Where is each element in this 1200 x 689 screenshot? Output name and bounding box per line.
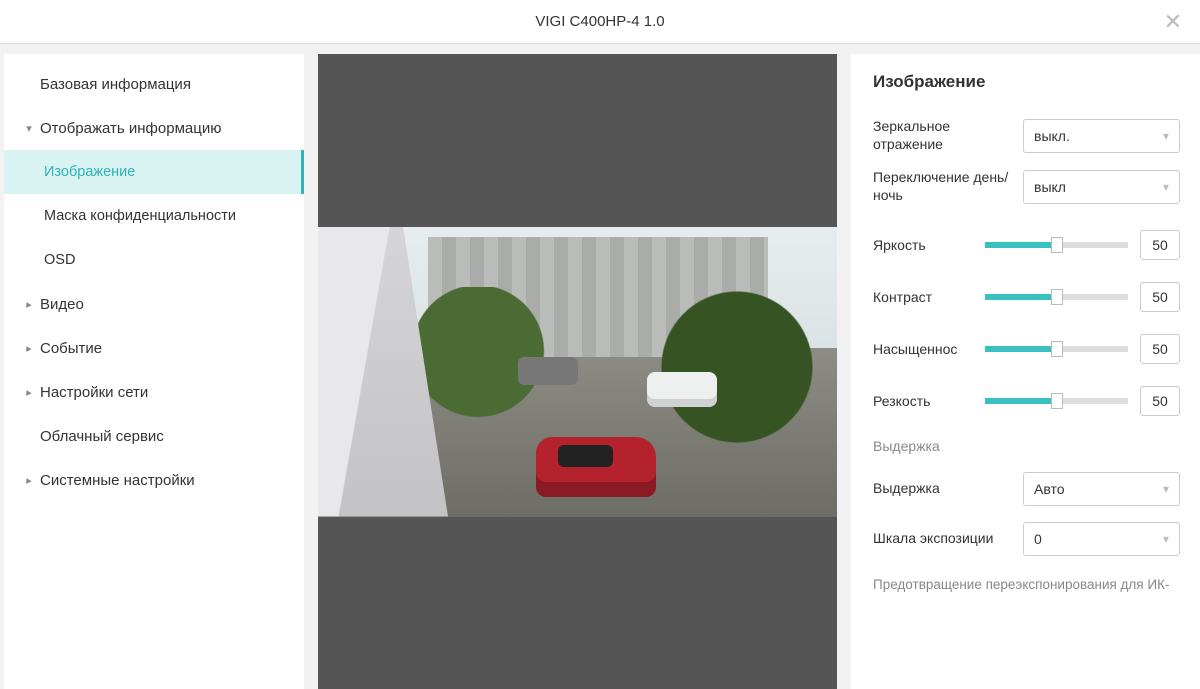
row-exposure-scale: Шкала экспозиции 0 ▾ <box>873 522 1180 556</box>
sidebar-item-label: Маска конфиденциальности <box>44 208 236 224</box>
chevron-down-icon: ▾ <box>1163 180 1169 194</box>
select-value: выкл <box>1034 179 1066 195</box>
caret-down-icon: ▾ <box>22 122 36 135</box>
caret-right-icon: ▸ <box>22 298 36 311</box>
sidebar: ▸ Базовая информация ▾ Отображать информ… <box>4 54 304 689</box>
header-title: VIGI C400HP-4 1.0 <box>535 13 664 30</box>
sidebar-item-image[interactable]: Изображение <box>4 150 304 194</box>
select-value: Авто <box>1034 481 1065 497</box>
slider-label: Резкость <box>873 393 973 409</box>
slider-label: Контраст <box>873 289 973 305</box>
slider-brightness: Яркость 50 <box>873 230 1180 260</box>
sidebar-item-basic-info[interactable]: ▸ Базовая информация <box>4 62 304 106</box>
footer-note: Предотвращение переэкспонирования для ИК… <box>873 576 1180 594</box>
scene-car <box>536 437 656 497</box>
sidebar-item-network-settings[interactable]: ▸ Настройки сети <box>4 370 304 414</box>
sidebar-item-label: Видео <box>40 296 84 313</box>
select-mirror[interactable]: выкл. ▾ <box>1023 119 1180 153</box>
slider-fill <box>985 398 1057 404</box>
select-value: выкл. <box>1034 128 1070 144</box>
slider-value-input[interactable]: 50 <box>1140 230 1180 260</box>
slider-label: Насыщеннос <box>873 341 973 357</box>
sidebar-item-cloud-service[interactable]: ▸ Облачный сервис <box>4 414 304 458</box>
label-mirror: Зеркальное отражение <box>873 118 1023 153</box>
scene-car <box>518 357 578 385</box>
slider-value-input[interactable]: 50 <box>1140 334 1180 364</box>
sidebar-item-label: Настройки сети <box>40 384 148 401</box>
video-frame <box>318 227 837 517</box>
slider-value-input[interactable]: 50 <box>1140 282 1180 312</box>
slider-thumb[interactable] <box>1051 341 1063 357</box>
sidebar-item-label: OSD <box>44 252 75 268</box>
select-daynight[interactable]: выкл ▾ <box>1023 170 1180 204</box>
chevron-down-icon: ▾ <box>1163 129 1169 143</box>
sidebar-item-video[interactable]: ▸ Видео <box>4 282 304 326</box>
chevron-down-icon: ▾ <box>1163 532 1169 546</box>
sidebar-item-label: Облачный сервис <box>40 428 164 445</box>
label-exposure: Выдержка <box>873 480 1023 498</box>
body: ▸ Базовая информация ▾ Отображать информ… <box>0 44 1200 689</box>
close-icon[interactable]: ✕ <box>1164 9 1182 35</box>
slider-fill <box>985 294 1057 300</box>
slider-track[interactable] <box>985 398 1128 404</box>
label-daynight: Переключение день/ночь <box>873 169 1023 204</box>
slider-contrast: Контраст 50 <box>873 282 1180 312</box>
slider-track[interactable] <box>985 346 1128 352</box>
slider-sharpness: Резкость 50 <box>873 386 1180 416</box>
sidebar-item-label: Изображение <box>44 164 135 180</box>
sidebar-item-display-info[interactable]: ▾ Отображать информацию <box>4 106 304 150</box>
video-preview <box>318 54 837 689</box>
slider-value-input[interactable]: 50 <box>1140 386 1180 416</box>
label-exposure-scale: Шкала экспозиции <box>873 530 1023 548</box>
section-exposure: Выдержка <box>873 438 1180 454</box>
slider-label: Яркость <box>873 237 973 253</box>
header-bar: VIGI C400HP-4 1.0 ✕ <box>0 0 1200 44</box>
slider-track[interactable] <box>985 242 1128 248</box>
slider-track[interactable] <box>985 294 1128 300</box>
slider-thumb[interactable] <box>1051 237 1063 253</box>
caret-right-icon: ▸ <box>22 342 36 355</box>
sidebar-item-event[interactable]: ▸ Событие <box>4 326 304 370</box>
row-mirror: Зеркальное отражение выкл. ▾ <box>873 118 1180 153</box>
sidebar-item-system-settings[interactable]: ▸ Системные настройки <box>4 458 304 502</box>
slider-thumb[interactable] <box>1051 289 1063 305</box>
sidebar-item-label: Базовая информация <box>40 76 191 93</box>
scene-car <box>647 372 717 407</box>
row-exposure: Выдержка Авто ▾ <box>873 472 1180 506</box>
caret-right-icon: ▸ <box>22 386 36 399</box>
slider-saturation: Насыщеннос 50 <box>873 334 1180 364</box>
panel-title: Изображение <box>873 72 1180 92</box>
sidebar-item-privacy-mask[interactable]: Маска конфиденциальности <box>4 194 304 238</box>
select-exposure-scale[interactable]: 0 ▾ <box>1023 522 1180 556</box>
sidebar-item-osd[interactable]: OSD <box>4 238 304 282</box>
slider-fill <box>985 346 1057 352</box>
slider-fill <box>985 242 1057 248</box>
settings-panel: Изображение Зеркальное отражение выкл. ▾… <box>851 54 1200 689</box>
sidebar-item-label: Системные настройки <box>40 472 195 489</box>
slider-thumb[interactable] <box>1051 393 1063 409</box>
sidebar-item-label: Отображать информацию <box>40 120 221 137</box>
caret-right-icon: ▸ <box>22 474 36 487</box>
sidebar-item-label: Событие <box>40 340 102 357</box>
chevron-down-icon: ▾ <box>1163 482 1169 496</box>
select-value: 0 <box>1034 531 1042 547</box>
select-exposure[interactable]: Авто ▾ <box>1023 472 1180 506</box>
row-daynight: Переключение день/ночь выкл ▾ <box>873 169 1180 204</box>
